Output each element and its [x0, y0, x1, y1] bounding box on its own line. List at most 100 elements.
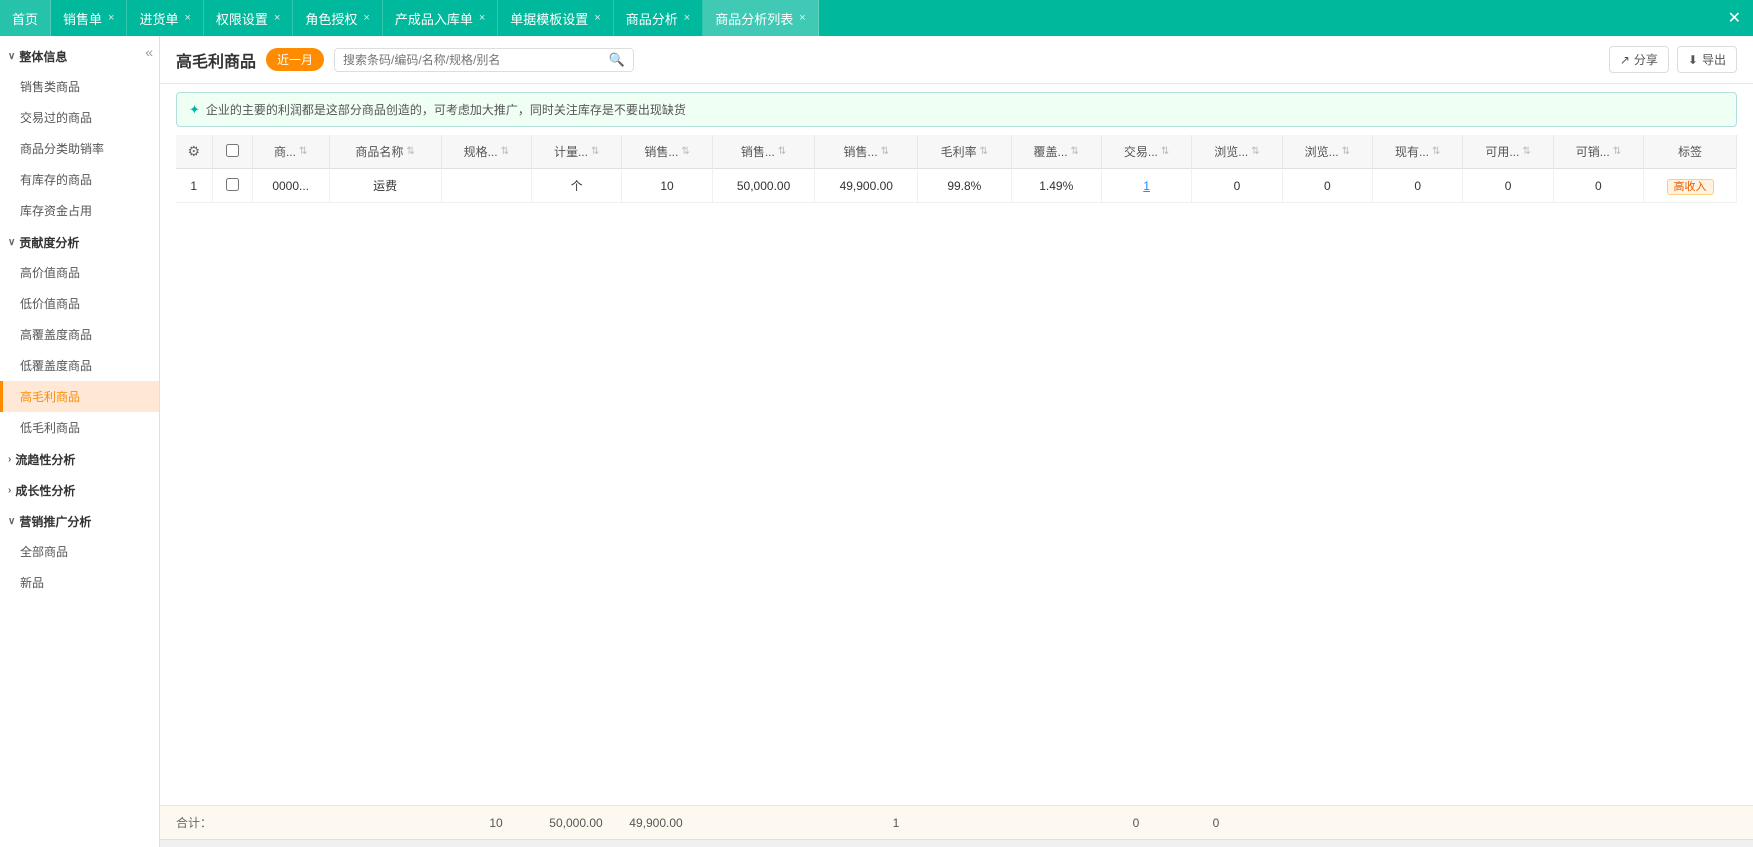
nav-tab-close-icon[interactable]: × — [684, 12, 690, 24]
table-header-col-2[interactable]: 商... ⇅ — [252, 135, 329, 169]
nav-tab-close-icon[interactable]: × — [363, 12, 369, 24]
table-header-col-15[interactable]: 可用... ⇅ — [1463, 135, 1553, 169]
sort-icon: ⇅ — [1613, 146, 1621, 157]
row-select-checkbox[interactable] — [226, 178, 239, 191]
row-name: 运费 — [329, 169, 441, 203]
col-label: 浏览... ⇅ — [1214, 143, 1259, 160]
select-all-checkbox[interactable] — [226, 144, 239, 157]
col-label: 交易... ⇅ — [1124, 143, 1169, 160]
nav-tab-label: 单据模板设置 — [510, 9, 588, 28]
header-actions: ↗ 分享 ⬇ 导出 — [1609, 46, 1737, 73]
sidebar-group-贡献度分析: ∨贡献度分析高价值商品低价值商品高覆盖度商品低覆盖度商品高毛利商品低毛利商品 — [0, 226, 159, 443]
nav-tab-商品分析列表[interactable]: 商品分析列表 × — [703, 0, 818, 36]
table-header-col-5[interactable]: 计量... ⇅ — [531, 135, 621, 169]
transactions-link[interactable]: 1 — [1143, 179, 1150, 193]
sidebar-arrow-icon: ∨ — [8, 516, 15, 527]
sidebar-item-高毛利商品[interactable]: 高毛利商品 — [0, 381, 159, 412]
nav-tab-label: 首页 — [12, 9, 38, 28]
nav-tab-close-icon[interactable]: × — [799, 12, 805, 24]
search-input[interactable] — [343, 53, 609, 67]
sidebar-group-header-流趋性分析[interactable]: ›流趋性分析 — [0, 443, 159, 474]
row-transactions[interactable]: 1 — [1101, 169, 1191, 203]
table-header-col-7[interactable]: 销售... ⇅ — [712, 135, 815, 169]
sidebar-item-库存资金占用[interactable]: 库存资金占用 — [0, 195, 159, 226]
col-label: 销售... ⇅ — [644, 143, 689, 160]
nav-tab-首页[interactable]: 首页 — [0, 0, 51, 36]
sidebar-group-header-整体信息[interactable]: ∨整体信息 — [0, 40, 159, 71]
sidebar-arrow-icon: › — [8, 485, 11, 496]
row-code: 0000... — [252, 169, 329, 203]
nav-tab-单据模板设置[interactable]: 单据模板设置 × — [498, 0, 613, 36]
nav-tab-角色授权[interactable]: 角色授权× — [293, 0, 382, 36]
table-header-col-10[interactable]: 覆盖... ⇅ — [1011, 135, 1101, 169]
table-header-col-6[interactable]: 销售... ⇅ — [622, 135, 712, 169]
nav-tab-close-icon[interactable]: × — [184, 12, 190, 24]
close-all-button[interactable]: ✕ — [1716, 8, 1753, 28]
row-gross-rate: 99.8% — [918, 169, 1011, 203]
table-header-col-14[interactable]: 现有... ⇅ — [1373, 135, 1463, 169]
sidebar-group-label: 成长性分析 — [15, 482, 75, 499]
row-unit: 个 — [531, 169, 621, 203]
table-header-col-11[interactable]: 交易... ⇅ — [1101, 135, 1191, 169]
nav-tab-label: 商品分析列表 — [715, 9, 793, 28]
share-button[interactable]: ↗ 分享 — [1609, 46, 1669, 73]
sidebar-item-低价值商品[interactable]: 低价值商品 — [0, 288, 159, 319]
nav-tab-销售单[interactable]: 销售单× — [51, 0, 127, 36]
footer-sales-amount: 50,000.00 — [536, 816, 616, 830]
sidebar-group-header-成长性分析[interactable]: › 成长性分析 — [0, 474, 159, 505]
sidebar-item-新品[interactable]: 新品 — [0, 567, 159, 598]
row-checkbox[interactable] — [212, 169, 252, 203]
sidebar-item-低覆盖度商品[interactable]: 低覆盖度商品 — [0, 350, 159, 381]
table-header-col-9[interactable]: 毛利率 ⇅ — [918, 135, 1011, 169]
nav-tab-权限设置[interactable]: 权限设置× — [204, 0, 293, 36]
row-coverage: 1.49% — [1011, 169, 1101, 203]
sidebar-item-商品分类助销率[interactable]: 商品分类助销率 — [0, 133, 159, 164]
top-navigation: 首页销售单×进货单×权限设置×角色授权×产成品入库单×单据模板设置×商品分析×商… — [0, 0, 1753, 36]
sidebar-group-header-营销推广分析[interactable]: ∨营销推广分析 — [0, 505, 159, 536]
nav-tab-商品分析[interactable]: 商品分析 × — [614, 0, 703, 36]
row-sales-qty: 10 — [622, 169, 712, 203]
filter-recent-month-button[interactable]: 近一月 — [266, 48, 324, 71]
sidebar-item-全部商品[interactable]: 全部商品 — [0, 536, 159, 567]
sidebar-group-label: 流趋性分析 — [15, 451, 75, 468]
nav-tab-产成品入库单[interactable]: 产成品入库单× — [383, 0, 498, 36]
footer-label: 合计： — [176, 814, 256, 831]
sort-icon: ⇅ — [406, 146, 414, 157]
sidebar-collapse-button[interactable]: « — [145, 44, 153, 60]
footer-stock-current: 0 — [1096, 816, 1176, 830]
sidebar-item-销售类商品[interactable]: 销售类商品 — [0, 71, 159, 102]
sort-icon: ⇅ — [501, 146, 509, 157]
nav-tab-label: 商品分析 — [626, 9, 678, 28]
export-icon: ⬇ — [1688, 53, 1698, 67]
nav-tab-close-icon[interactable]: × — [274, 12, 280, 24]
export-button[interactable]: ⬇ 导出 — [1677, 46, 1737, 73]
table-header-col-8[interactable]: 销售... ⇅ — [815, 135, 918, 169]
search-icon[interactable]: 🔍 — [609, 52, 625, 68]
sidebar-item-有库存的商品[interactable]: 有库存的商品 — [0, 164, 159, 195]
sidebar-item-高覆盖度商品[interactable]: 高覆盖度商品 — [0, 319, 159, 350]
sort-icon: ⇅ — [980, 146, 988, 157]
table-header-col-3[interactable]: 商品名称 ⇅ — [329, 135, 441, 169]
column-settings-icon[interactable]: ⚙ — [187, 143, 200, 159]
row-stock-available: 0 — [1463, 169, 1553, 203]
sidebar-item-高价值商品[interactable]: 高价值商品 — [0, 257, 159, 288]
sidebar-group-header-贡献度分析[interactable]: ∨贡献度分析 — [0, 226, 159, 257]
nav-tab-进货单[interactable]: 进货单× — [127, 0, 203, 36]
row-stock-sellable: 0 — [1553, 169, 1643, 203]
nav-tab-close-icon[interactable]: × — [479, 12, 485, 24]
row-browse2: 0 — [1282, 169, 1372, 203]
nav-tab-close-icon[interactable]: × — [594, 12, 600, 24]
table-header-col-12[interactable]: 浏览... ⇅ — [1192, 135, 1282, 169]
table-header-col-13[interactable]: 浏览... ⇅ — [1282, 135, 1372, 169]
horizontal-scrollbar[interactable] — [160, 839, 1753, 847]
col-label: 商品名称 ⇅ — [355, 143, 414, 160]
sort-icon: ⇅ — [591, 146, 599, 157]
col-label: 标签 — [1678, 143, 1702, 160]
sidebar-item-交易过的商品[interactable]: 交易过的商品 — [0, 102, 159, 133]
row-sales-profit: 49,900.00 — [815, 169, 918, 203]
nav-tab-close-icon[interactable]: × — [108, 12, 114, 24]
table-header-col-4[interactable]: 规格... ⇅ — [441, 135, 531, 169]
sidebar-item-低毛利商品[interactable]: 低毛利商品 — [0, 412, 159, 443]
row-browse1: 0 — [1192, 169, 1282, 203]
table-header-col-16[interactable]: 可销... ⇅ — [1553, 135, 1643, 169]
